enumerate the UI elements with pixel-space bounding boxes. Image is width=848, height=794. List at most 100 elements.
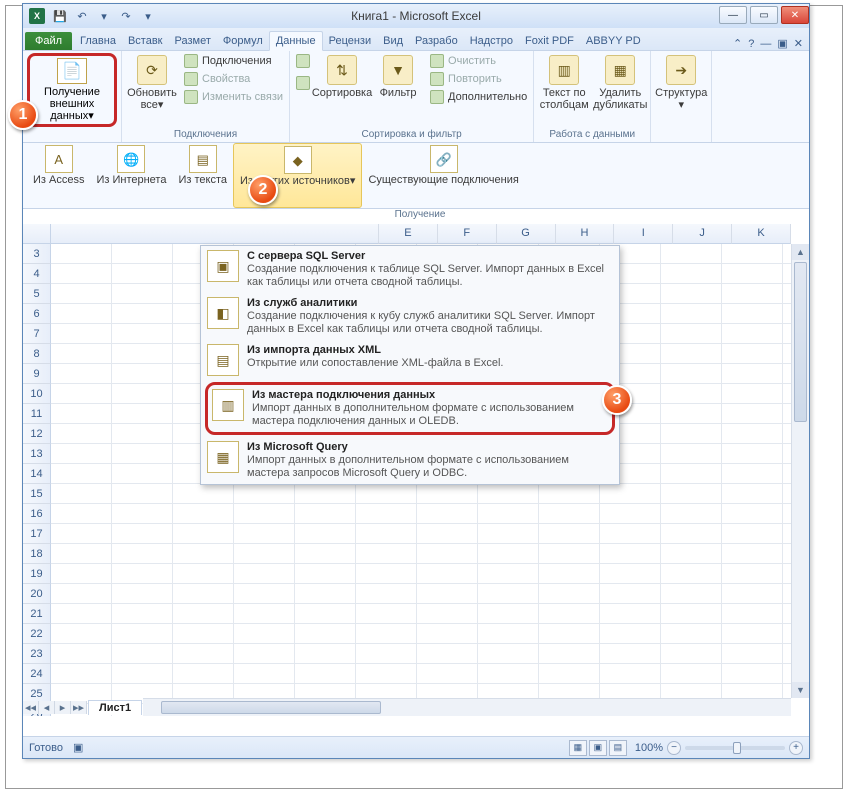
tab-foxit[interactable]: Foxit PDF: [519, 32, 580, 50]
from-text-button[interactable]: ▤ Из текста: [172, 143, 233, 208]
row-header[interactable]: 22: [23, 624, 51, 644]
advanced-filter-button[interactable]: Дополнительно: [428, 89, 529, 105]
minimize-button[interactable]: —: [719, 6, 747, 24]
dd-sql-server[interactable]: ▣ С сервера SQL Server Создание подключе…: [201, 246, 619, 293]
row-header[interactable]: 14: [23, 464, 51, 484]
row-header[interactable]: 18: [23, 544, 51, 564]
row-header[interactable]: 7: [23, 324, 51, 344]
row-header[interactable]: 13: [23, 444, 51, 464]
zoom-slider[interactable]: [685, 746, 785, 750]
row-header[interactable]: 8: [23, 344, 51, 364]
select-all-corner[interactable]: [23, 224, 51, 244]
row-header[interactable]: 9: [23, 364, 51, 384]
tab-home[interactable]: Главна: [74, 32, 122, 50]
col-header[interactable]: F: [438, 224, 497, 244]
view-normal-icon[interactable]: ▦: [569, 740, 587, 756]
row-header[interactable]: 5: [23, 284, 51, 304]
help-icon[interactable]: ?: [748, 38, 754, 50]
scroll-down-icon[interactable]: ▼: [792, 682, 809, 698]
zoom-slider-knob[interactable]: [733, 742, 741, 754]
workbook-minimize-icon[interactable]: —: [760, 38, 771, 50]
col-header[interactable]: G: [497, 224, 556, 244]
row-header[interactable]: 20: [23, 584, 51, 604]
tab-insert[interactable]: Вставк: [122, 32, 169, 50]
tab-data[interactable]: Данные: [269, 31, 323, 51]
qat-dd2[interactable]: ▾: [139, 7, 157, 25]
vertical-scrollbar[interactable]: ▲ ▼: [791, 244, 809, 698]
clear-icon: [430, 54, 444, 68]
refresh-all-button[interactable]: ⟳ Обновить все▾: [126, 53, 178, 113]
tab-developer[interactable]: Разрабо: [409, 32, 464, 50]
advanced-icon: [430, 90, 444, 104]
workbook-close-icon[interactable]: ✕: [794, 37, 803, 50]
qat-undo[interactable]: ↶: [73, 7, 91, 25]
sort-desc-button[interactable]: [294, 75, 312, 91]
col-header[interactable]: E: [379, 224, 438, 244]
col-header[interactable]: I: [614, 224, 673, 244]
col-header[interactable]: K: [732, 224, 791, 244]
row-header[interactable]: 24: [23, 664, 51, 684]
view-page-layout-icon[interactable]: ▣: [589, 740, 607, 756]
dd-data-connection-wizard[interactable]: ▥ Из мастера подключения данных Импорт д…: [205, 382, 615, 435]
remove-duplicates-button[interactable]: ▦ Удалить дубликаты: [594, 53, 646, 113]
col-header[interactable]: H: [556, 224, 615, 244]
view-page-break-icon[interactable]: ▤: [609, 740, 627, 756]
qat-dd1[interactable]: ▾: [95, 7, 113, 25]
scroll-thumb-v[interactable]: [794, 262, 807, 422]
callout-2: 2: [248, 175, 278, 205]
row-header[interactable]: 12: [23, 424, 51, 444]
scroll-up-icon[interactable]: ▲: [792, 244, 809, 260]
zoom-out-button[interactable]: −: [667, 741, 681, 755]
dd-xml-import[interactable]: ▤ Из импорта данных XML Открытие или соп…: [201, 340, 619, 380]
zoom-percent[interactable]: 100%: [635, 742, 663, 754]
text-to-columns-button[interactable]: ▥ Текст по столбцам: [538, 53, 590, 113]
sort-asc-button[interactable]: [294, 53, 312, 69]
qat-save[interactable]: 💾: [51, 7, 69, 25]
row-header[interactable]: 16: [23, 504, 51, 524]
row-header[interactable]: 3: [23, 244, 51, 264]
tab-addins[interactable]: Надстро: [464, 32, 519, 50]
row-header[interactable]: 17: [23, 524, 51, 544]
sheet-nav-next[interactable]: ▸: [55, 701, 71, 714]
sheet-tab-1[interactable]: Лист1: [88, 700, 142, 715]
row-header[interactable]: 19: [23, 564, 51, 584]
sheet-nav-last[interactable]: ▸▸: [71, 701, 87, 714]
tab-review[interactable]: Рецензи: [323, 32, 378, 50]
workbook-restore-icon[interactable]: ▣: [777, 37, 787, 50]
row-header[interactable]: 23: [23, 644, 51, 664]
ribbon-collapse-icon[interactable]: ⌃: [733, 37, 742, 50]
tab-view[interactable]: Вид: [377, 32, 409, 50]
macro-record-icon[interactable]: ▣: [73, 741, 83, 754]
qat-redo[interactable]: ↷: [117, 7, 135, 25]
row-header[interactable]: 10: [23, 384, 51, 404]
outline-button[interactable]: ➔ Структура ▾: [655, 53, 707, 113]
tab-file[interactable]: Файл: [25, 32, 72, 50]
get-external-data-button[interactable]: 📄 Получение внешних данных▾: [27, 53, 117, 127]
from-web-button[interactable]: 🌐 Из Интернета: [90, 143, 172, 208]
web-icon: 🌐: [117, 145, 145, 173]
dd-analysis-services[interactable]: ◧ Из служб аналитики Создание подключени…: [201, 293, 619, 340]
filter-button[interactable]: ▼ Фильтр: [372, 53, 424, 101]
sheet-nav-first[interactable]: ◂◂: [23, 701, 39, 714]
col-header[interactable]: J: [673, 224, 732, 244]
row-header[interactable]: 6: [23, 304, 51, 324]
row-header[interactable]: 11: [23, 404, 51, 424]
remove-duplicates-icon: ▦: [605, 55, 635, 85]
row-header[interactable]: 15: [23, 484, 51, 504]
horizontal-scrollbar[interactable]: [143, 698, 791, 716]
tab-abbyy[interactable]: ABBYY PD: [580, 32, 647, 50]
row-header[interactable]: 4: [23, 264, 51, 284]
sort-button[interactable]: ⇅ Сортировка: [316, 53, 368, 101]
connections-button[interactable]: Подключения: [182, 53, 285, 69]
row-header[interactable]: 21: [23, 604, 51, 624]
scroll-thumb-h[interactable]: [161, 701, 381, 714]
dd-microsoft-query[interactable]: ▦ Из Microsoft Query Импорт данных в доп…: [201, 437, 619, 484]
zoom-in-button[interactable]: +: [789, 741, 803, 755]
maximize-button[interactable]: ▭: [750, 6, 778, 24]
sheet-nav-prev[interactable]: ◂: [39, 701, 55, 714]
from-access-button[interactable]: A Из Access: [27, 143, 90, 208]
tab-layout[interactable]: Размет: [169, 32, 217, 50]
close-button[interactable]: ✕: [781, 6, 809, 24]
existing-connections-button[interactable]: 🔗 Существующие подключения: [362, 143, 524, 208]
tab-formulas[interactable]: Формул: [217, 32, 269, 50]
